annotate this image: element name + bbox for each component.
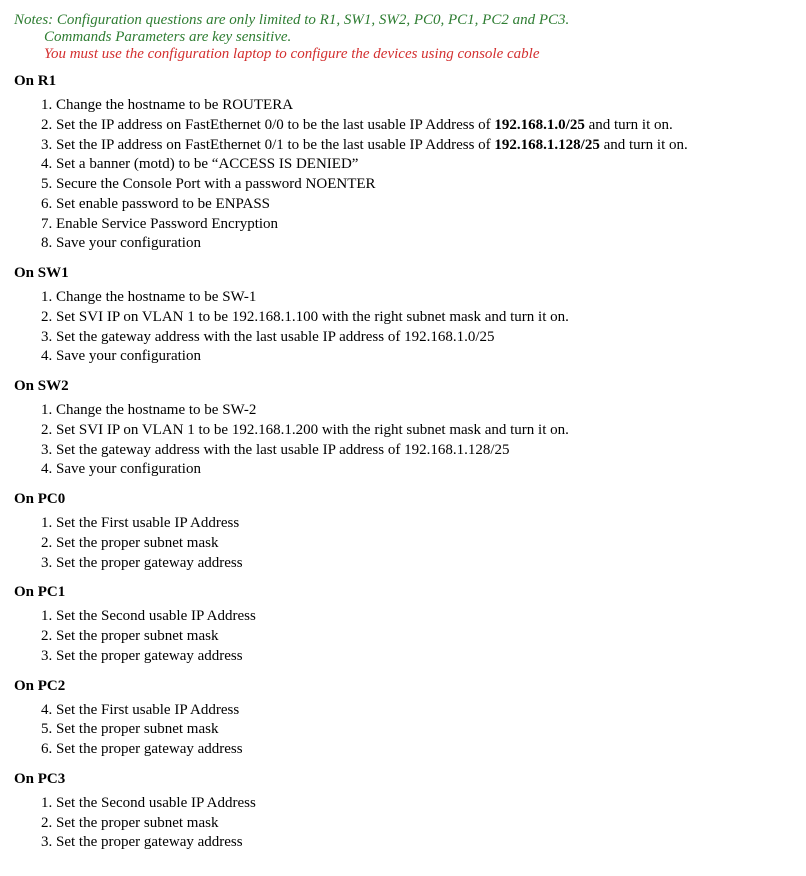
list-item: Secure the Console Port with a password …: [56, 175, 792, 194]
list-item: Set the IP address on FastEthernet 0/1 t…: [56, 136, 792, 155]
list-r1: Change the hostname to be ROUTERA Set th…: [14, 96, 792, 253]
list-item: Set the proper gateway address: [56, 647, 792, 666]
bold-text: 192.168.1.0/25: [494, 117, 584, 133]
section-title-pc3: On PC3: [14, 771, 792, 788]
section-title-pc2: On PC2: [14, 678, 792, 695]
section-title-r1: On R1: [14, 73, 792, 90]
list-item: Set the gateway address with the last us…: [56, 328, 792, 347]
text: Set the IP address on FastEthernet 0/0 t…: [56, 117, 494, 133]
list-item: Set the proper gateway address: [56, 833, 792, 852]
list-item: Set the proper gateway address: [56, 554, 792, 573]
list-item: Set the Second usable IP Address: [56, 607, 792, 626]
list-item: Save your configuration: [56, 460, 792, 479]
text: and turn it on.: [600, 137, 688, 153]
list-item: Set the proper subnet mask: [56, 720, 792, 739]
list-item: Change the hostname to be SW-1: [56, 288, 792, 307]
list-item: Set the Second usable IP Address: [56, 794, 792, 813]
list-item: Save your configuration: [56, 234, 792, 253]
notes-line-3: You must use the configuration laptop to…: [14, 46, 792, 63]
notes-line-2: Commands Parameters are key sensitive.: [14, 29, 792, 46]
list-item: Set the First usable IP Address: [56, 514, 792, 533]
list-item: Set the First usable IP Address: [56, 701, 792, 720]
section-title-sw2: On SW2: [14, 378, 792, 395]
list-pc1: Set the Second usable IP Address Set the…: [14, 607, 792, 665]
list-item: Change the hostname to be SW-2: [56, 401, 792, 420]
list-item: Set SVI IP on VLAN 1 to be 192.168.1.100…: [56, 308, 792, 327]
list-item: Set enable password to be ENPASS: [56, 195, 792, 214]
notes-line-1: Notes: Configuration questions are only …: [14, 12, 792, 29]
list-pc2: Set the First usable IP Address Set the …: [14, 701, 792, 759]
list-pc3: Set the Second usable IP Address Set the…: [14, 794, 792, 852]
list-item: Enable Service Password Encryption: [56, 215, 792, 234]
list-item: Set a banner (motd) to be “ACCESS IS DEN…: [56, 155, 792, 174]
list-item: Save your configuration: [56, 347, 792, 366]
list-item: Set the proper subnet mask: [56, 627, 792, 646]
text: and turn it on.: [585, 117, 673, 133]
bold-text: 192.168.1.128/25: [494, 137, 599, 153]
list-item: Set the IP address on FastEthernet 0/0 t…: [56, 116, 792, 135]
list-item: Set SVI IP on VLAN 1 to be 192.168.1.200…: [56, 421, 792, 440]
section-title-pc0: On PC0: [14, 491, 792, 508]
list-item: Set the proper gateway address: [56, 740, 792, 759]
list-sw2: Change the hostname to be SW-2 Set SVI I…: [14, 401, 792, 479]
list-item: Change the hostname to be ROUTERA: [56, 96, 792, 115]
section-title-pc1: On PC1: [14, 584, 792, 601]
text: Set the IP address on FastEthernet 0/1 t…: [56, 137, 494, 153]
list-item: Set the gateway address with the last us…: [56, 441, 792, 460]
list-item: Set the proper subnet mask: [56, 814, 792, 833]
notes-block: Notes: Configuration questions are only …: [14, 12, 792, 63]
list-pc0: Set the First usable IP Address Set the …: [14, 514, 792, 572]
section-title-sw1: On SW1: [14, 265, 792, 282]
list-item: Set the proper subnet mask: [56, 534, 792, 553]
list-sw1: Change the hostname to be SW-1 Set SVI I…: [14, 288, 792, 366]
